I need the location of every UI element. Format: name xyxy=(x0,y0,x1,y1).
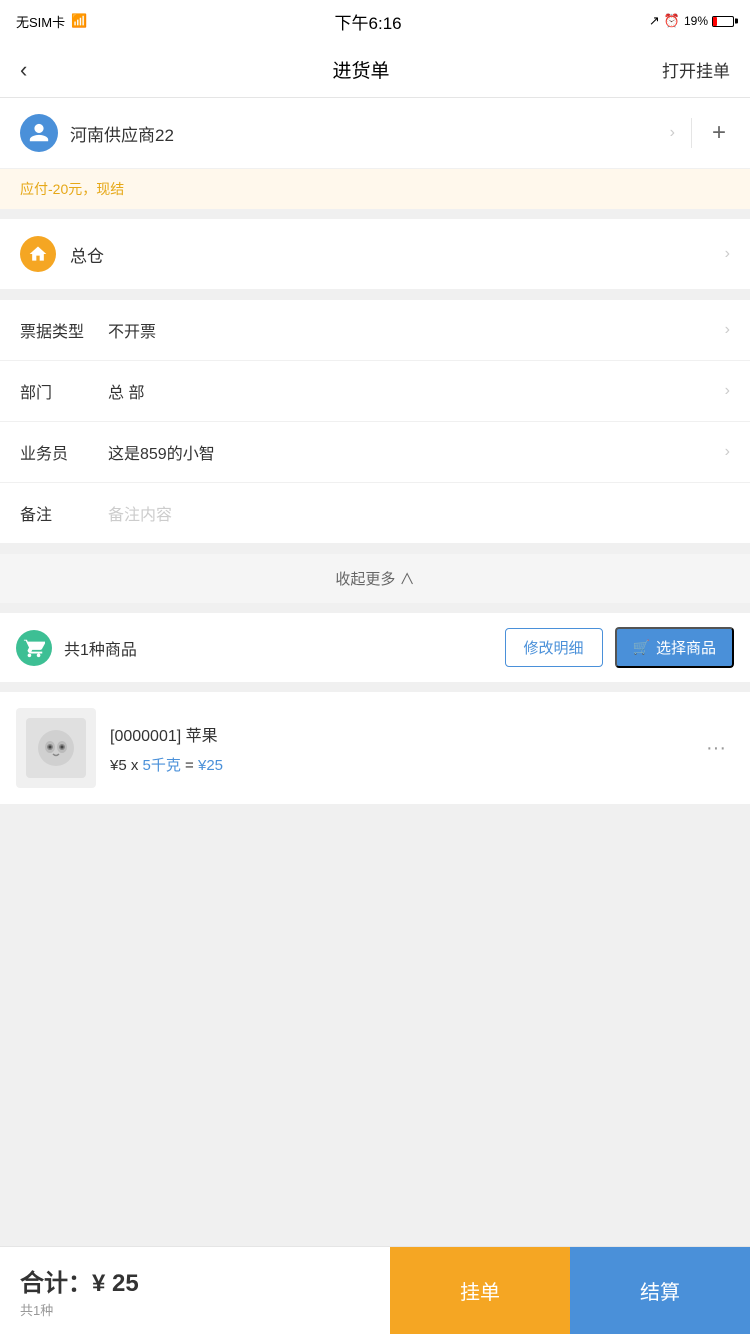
department-row[interactable]: 部门 总 部 › xyxy=(0,361,750,422)
nav-bar: ‹ 进货单 打开挂单 xyxy=(0,42,750,98)
product-more-button[interactable]: ··· xyxy=(698,733,734,764)
cart-icon: 🛒 xyxy=(633,639,650,656)
open-pending-button[interactable]: 打开挂单 xyxy=(662,57,730,82)
bottom-spacer xyxy=(0,804,750,894)
wifi-icon: 📶 xyxy=(71,13,87,29)
invoice-type-row[interactable]: 票据类型 不开票 › xyxy=(0,300,750,361)
salesperson-row[interactable]: 业务员 这是859的小智 › xyxy=(0,422,750,483)
collapse-button[interactable]: 收起更多 ∧ xyxy=(0,554,750,603)
remark-row[interactable]: 备注 备注内容 xyxy=(0,483,750,544)
products-card: 共1种商品 修改明细 🛒 选择商品 xyxy=(0,613,750,682)
warehouse-icon xyxy=(20,236,56,272)
product-thumb-inner xyxy=(26,718,86,778)
products-header: 共1种商品 修改明细 🛒 选择商品 xyxy=(0,613,750,682)
salesperson-chevron-icon: › xyxy=(725,443,730,461)
department-label: 部门 xyxy=(20,379,100,403)
warehouse-label: 总仓 xyxy=(70,242,725,267)
carrier-label: 无SIM卡 xyxy=(16,12,65,31)
product-name: [0000001] 苹果 xyxy=(110,722,684,746)
status-right: ↗ ⏰ 19% xyxy=(649,13,734,29)
total-sub: 共1种 xyxy=(20,1300,370,1319)
supplier-divider xyxy=(691,118,692,148)
settle-button[interactable]: 结算 xyxy=(570,1247,750,1334)
total-amount: ¥ 25 xyxy=(92,1270,139,1297)
main-content: 河南供应商22 › + 应付-20元，现结 总仓 › 票据类型 不开票 › 部门… xyxy=(0,98,750,894)
page-title: 进货单 xyxy=(332,56,389,83)
supplier-notice: 应付-20元，现结 xyxy=(0,169,750,209)
products-icon xyxy=(16,630,52,666)
bottom-total: 合计：¥ 25 共1种 xyxy=(0,1247,390,1334)
product-qty: 5千克 xyxy=(143,757,181,774)
products-count: 共1种商品 xyxy=(64,636,493,660)
add-supplier-button[interactable]: + xyxy=(708,119,730,147)
invoice-type-chevron-icon: › xyxy=(725,321,730,339)
supplier-avatar xyxy=(20,114,58,152)
warehouse-card: 总仓 › xyxy=(0,219,750,290)
product-thumbnail xyxy=(16,708,96,788)
bottom-bar: 合计：¥ 25 共1种 挂单 结算 xyxy=(0,1246,750,1334)
select-product-label: 选择商品 xyxy=(656,637,716,658)
total-main: 合计：¥ 25 xyxy=(20,1263,370,1298)
department-value: 总 部 xyxy=(100,379,725,403)
product-unit-price: ¥5 x xyxy=(110,757,143,774)
supplier-name[interactable]: 河南供应商22 xyxy=(70,121,670,146)
product-item: [0000001] 苹果 ¥5 x 5千克 = ¥25 ··· xyxy=(0,692,750,804)
product-price: ¥5 x 5千克 = ¥25 xyxy=(110,754,684,775)
status-time: 下午6:16 xyxy=(335,9,402,34)
battery-icon xyxy=(712,16,734,27)
pending-button[interactable]: 挂单 xyxy=(390,1247,570,1334)
total-label: 合计： xyxy=(20,1270,92,1297)
remark-input[interactable]: 备注内容 xyxy=(100,501,730,525)
invoice-type-label: 票据类型 xyxy=(20,318,100,342)
warehouse-chevron-icon: › xyxy=(725,245,730,263)
collapse-label: 收起更多 ∧ xyxy=(335,568,414,589)
supplier-card: 河南供应商22 › + 应付-20元，现结 xyxy=(0,98,750,209)
product-info: [0000001] 苹果 ¥5 x 5千克 = ¥25 xyxy=(110,722,684,775)
battery-percent: 19% xyxy=(684,14,708,28)
product-equals: = xyxy=(181,757,198,774)
department-chevron-icon: › xyxy=(725,382,730,400)
warehouse-row[interactable]: 总仓 › xyxy=(0,219,750,290)
edit-detail-button[interactable]: 修改明细 xyxy=(505,628,603,667)
back-button[interactable]: ‹ xyxy=(20,57,60,83)
salesperson-label: 业务员 xyxy=(20,440,100,464)
alarm-icon: ⏰ xyxy=(664,13,680,29)
salesperson-value: 这是859的小智 xyxy=(100,440,725,464)
pending-label: 挂单 xyxy=(460,1276,500,1305)
supplier-chevron-icon: › xyxy=(670,124,675,142)
supplier-row: 河南供应商22 › + xyxy=(0,98,750,169)
invoice-type-value: 不开票 xyxy=(100,318,725,342)
product-total: ¥25 xyxy=(198,757,223,774)
status-bar: 无SIM卡 📶 下午6:16 ↗ ⏰ 19% xyxy=(0,0,750,42)
form-card: 票据类型 不开票 › 部门 总 部 › 业务员 这是859的小智 › 备注 备注… xyxy=(0,300,750,544)
select-product-button[interactable]: 🛒 选择商品 xyxy=(615,627,734,668)
location-icon: ↗ xyxy=(649,13,660,29)
settle-label: 结算 xyxy=(640,1276,680,1305)
remark-label: 备注 xyxy=(20,501,100,525)
status-left: 无SIM卡 📶 xyxy=(16,12,87,31)
